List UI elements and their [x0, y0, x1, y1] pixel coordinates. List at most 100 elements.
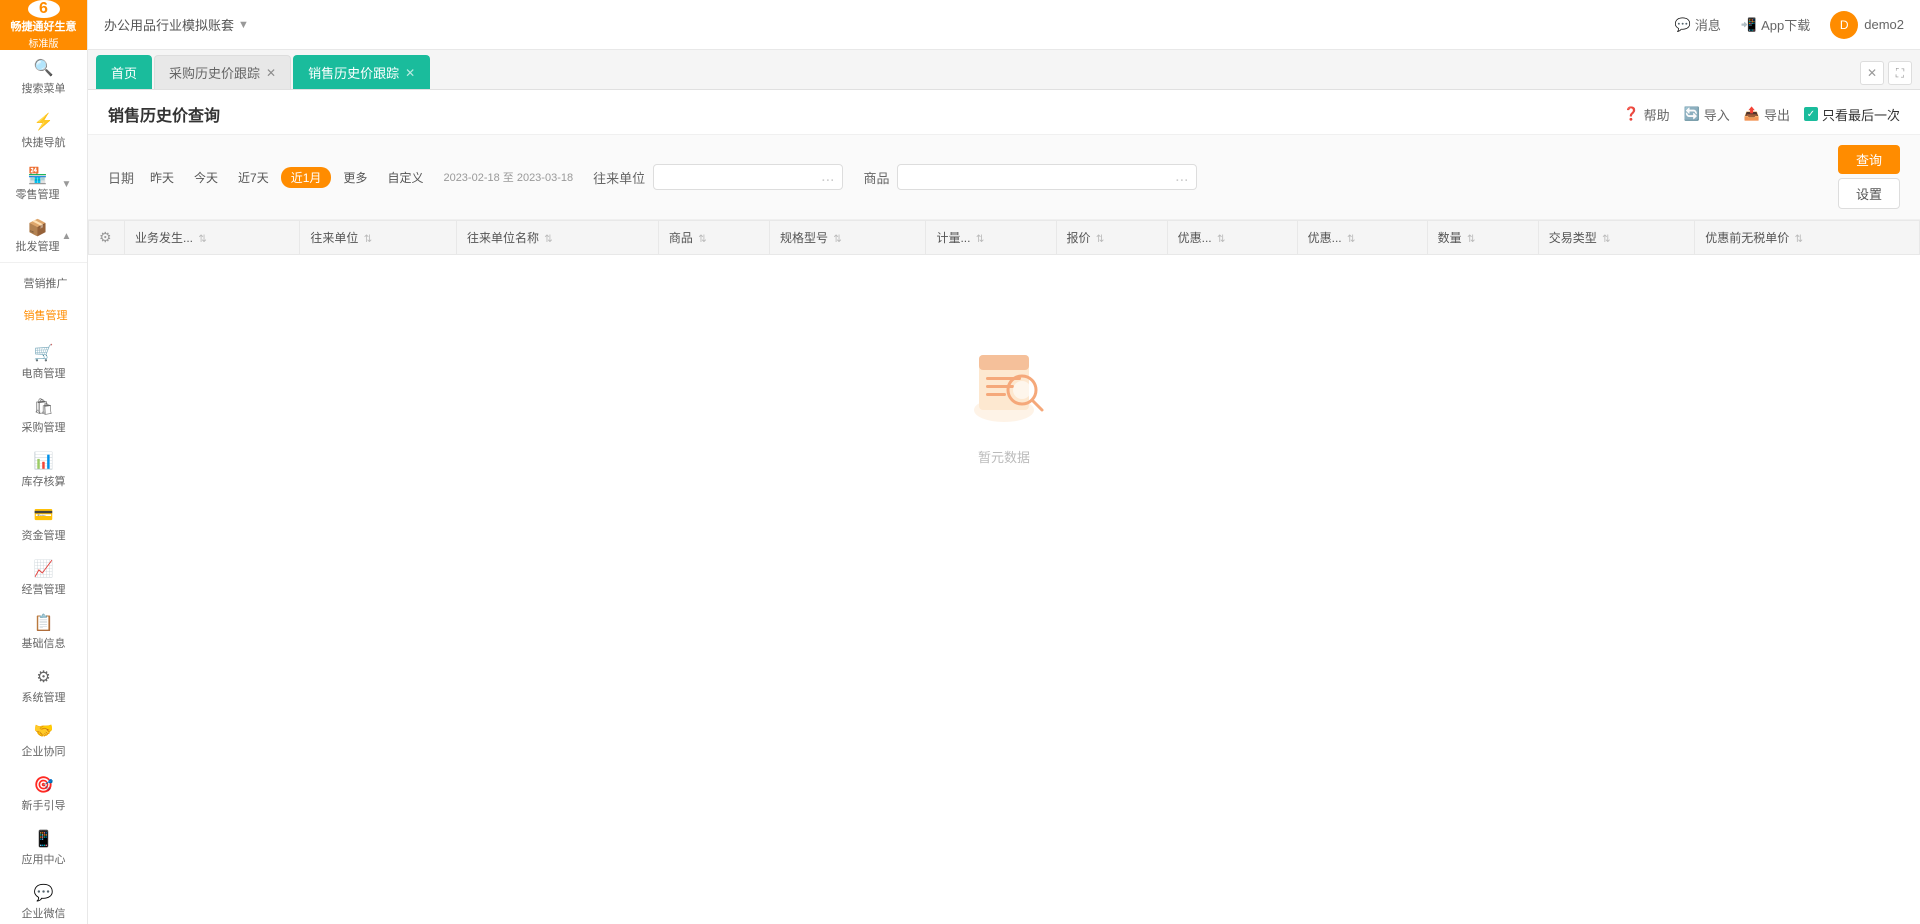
sort-biz-date-icon[interactable]: ⇅ — [198, 234, 206, 245]
operations-icon: 📈 — [34, 559, 54, 579]
sort-unit-icon[interactable]: ⇅ — [976, 234, 984, 245]
th-quantity[interactable]: 数量 ⇅ — [1427, 221, 1538, 255]
sort-counterparty-name-icon[interactable]: ⇅ — [544, 234, 552, 245]
sidebar-label-app-center: 应用中心 — [22, 851, 66, 867]
tab-purchase-history[interactable]: 采购历史价跟踪 ✕ — [154, 55, 291, 89]
th-quote-price[interactable]: 报价 ⇅ — [1056, 221, 1167, 255]
table-settings-icon[interactable]: ⚙ — [99, 229, 112, 245]
counterparty-input-dots[interactable]: ... — [821, 168, 834, 186]
product-input[interactable] — [906, 170, 1171, 184]
sort-product-icon[interactable]: ⇅ — [698, 234, 706, 245]
th-trade-type-label: 交易类型 — [1549, 231, 1597, 245]
sort-counterparty-code-icon[interactable]: ⇅ — [364, 234, 372, 245]
date-btn-1month[interactable]: 近1月 — [281, 167, 332, 188]
date-btn-7days[interactable]: 近7天 — [230, 167, 277, 188]
wholesale-icon: 📦 — [28, 218, 48, 238]
settings-button[interactable]: 设置 — [1838, 178, 1900, 209]
sidebar-item-wholesale[interactable]: 📦 批发管理 ▲ — [0, 210, 87, 262]
export-btn[interactable]: 📤 导出 — [1744, 105, 1790, 124]
help-icon: ❓ — [1623, 106, 1639, 122]
topbar-actions: 💬 消息 📲 App下载 D demo2 — [1675, 11, 1904, 39]
date-btn-custom[interactable]: 自定义 — [379, 167, 431, 188]
sort-trade-type-icon[interactable]: ⇅ — [1602, 234, 1610, 245]
th-discount2[interactable]: 优惠... ⇅ — [1297, 221, 1427, 255]
sidebar-item-basic-info[interactable]: 📋 基础信息 — [0, 605, 87, 659]
th-discount1[interactable]: 优惠... ⇅ — [1167, 221, 1297, 255]
tab-close-all-btn[interactable]: ✕ — [1860, 61, 1884, 85]
import-icon: 🔄 — [1684, 106, 1700, 122]
product-input-wrapper[interactable]: ... — [897, 164, 1197, 190]
th-settings: ⚙ — [89, 221, 125, 255]
sales-history-tab-label: 销售历史价跟踪 — [308, 63, 399, 82]
cooperation-icon: 🤝 — [34, 721, 54, 741]
counterparty-input[interactable] — [662, 170, 817, 184]
sidebar-item-app-center[interactable]: 📱 应用中心 — [0, 821, 87, 875]
th-product[interactable]: 商品 ⇅ — [658, 221, 769, 255]
sidebar-item-operations[interactable]: 📈 经营管理 — [0, 551, 87, 605]
sidebar-item-system[interactable]: ⚙ 系统管理 — [0, 659, 87, 713]
product-filter-group: 商品 ... — [863, 164, 1197, 190]
system-icon: ⚙ — [36, 667, 50, 687]
topbar-app-download-btn[interactable]: 📲 App下载 — [1741, 15, 1810, 34]
sort-spec-icon[interactable]: ⇅ — [833, 234, 841, 245]
message-label: 消息 — [1695, 15, 1721, 34]
sidebar-item-enterprise-wx[interactable]: 💬 企业微信 — [0, 875, 87, 924]
data-table: ⚙ 业务发生... ⇅ 往来单位 ⇅ 往来单位名称 ⇅ — [88, 220, 1920, 255]
filter-bar: 日期 昨天 今天 近7天 近1月 更多 自定义 2023-02-18 至 202… — [88, 135, 1920, 220]
newbie-icon: 🎯 — [34, 775, 54, 795]
export-label: 导出 — [1764, 105, 1790, 124]
sidebar-item-inventory[interactable]: 📊 库存核算 — [0, 443, 87, 497]
date-filter-label: 日期 — [108, 168, 134, 187]
sidebar-item-marketing[interactable]: 营销推广 — [0, 267, 87, 299]
sidebar: 6 畅捷通好生意 标准版 🔍 搜索菜单 ⚡ 快捷导航 🏪 零售管理 ▼ 📦 批发… — [0, 0, 88, 924]
sidebar-item-finance[interactable]: 💳 资金管理 — [0, 497, 87, 551]
th-quantity-label: 数量 — [1438, 231, 1462, 245]
tabbar: 首页 采购历史价跟踪 ✕ 销售历史价跟踪 ✕ ✕ ⛶ — [88, 50, 1920, 90]
sales-history-tab-close-icon[interactable]: ✕ — [405, 66, 415, 80]
counterparty-input-wrapper[interactable]: ... — [653, 164, 843, 190]
help-btn[interactable]: ❓ 帮助 — [1623, 105, 1669, 124]
th-counterparty-code[interactable]: 往来单位 ⇅ — [300, 221, 457, 255]
import-btn[interactable]: 🔄 导入 — [1684, 105, 1730, 124]
product-input-dots[interactable]: ... — [1175, 168, 1188, 186]
sort-pretax-price-icon[interactable]: ⇅ — [1795, 234, 1803, 245]
th-quote-price-label: 报价 — [1067, 231, 1091, 245]
sidebar-item-search[interactable]: 🔍 搜索菜单 — [0, 50, 87, 104]
th-trade-type[interactable]: 交易类型 ⇅ — [1538, 221, 1695, 255]
th-biz-date[interactable]: 业务发生... ⇅ — [125, 221, 300, 255]
sort-quantity-icon[interactable]: ⇅ — [1467, 234, 1475, 245]
th-spec[interactable]: 规格型号 ⇅ — [769, 221, 926, 255]
sort-discount2-icon[interactable]: ⇅ — [1347, 234, 1355, 245]
shortcut-icon: ⚡ — [34, 112, 54, 132]
sidebar-item-shortcut[interactable]: ⚡ 快捷导航 — [0, 104, 87, 158]
sidebar-label-newbie: 新手引导 — [22, 797, 66, 813]
sidebar-item-newbie[interactable]: 🎯 新手引导 — [0, 767, 87, 821]
topbar-user-area[interactable]: D demo2 — [1830, 11, 1904, 39]
sidebar-item-ecommerce[interactable]: 🛒 电商管理 — [0, 335, 87, 389]
date-btn-more[interactable]: 更多 — [335, 167, 375, 188]
tab-sales-history[interactable]: 销售历史价跟踪 ✕ — [293, 55, 430, 89]
date-btn-yesterday[interactable]: 昨天 — [142, 167, 182, 188]
sidebar-item-purchase[interactable]: 🛍 采购管理 — [0, 389, 87, 443]
th-unit[interactable]: 计量... ⇅ — [926, 221, 1056, 255]
sidebar-item-cooperation[interactable]: 🤝 企业协同 — [0, 713, 87, 767]
tab-home[interactable]: 首页 — [96, 55, 152, 89]
sidebar-label-sales-mgmt: 销售管理 — [24, 307, 68, 323]
product-filter-label: 商品 — [863, 168, 889, 187]
th-counterparty-name[interactable]: 往来单位名称 ⇅ — [456, 221, 658, 255]
th-pretax-price-label: 优惠前无税单价 — [1705, 231, 1789, 245]
sidebar-item-retail[interactable]: 🏪 零售管理 ▼ — [0, 158, 87, 210]
topbar-message-btn[interactable]: 💬 消息 — [1675, 15, 1721, 34]
sort-discount1-icon[interactable]: ⇅ — [1217, 234, 1225, 245]
basic-info-icon: 📋 — [34, 613, 54, 633]
purchase-history-tab-close-icon[interactable]: ✕ — [266, 66, 276, 80]
query-button[interactable]: 查询 — [1838, 145, 1900, 174]
th-pretax-price[interactable]: 优惠前无税单价 ⇅ — [1695, 221, 1920, 255]
sort-quote-price-icon[interactable]: ⇅ — [1096, 234, 1104, 245]
only-last-checkbox[interactable]: ✓ 只看最后一次 — [1804, 105, 1900, 124]
tab-expand-btn[interactable]: ⛶ — [1888, 61, 1912, 85]
date-btn-today[interactable]: 今天 — [186, 167, 226, 188]
topbar-dropdown-icon[interactable]: ▼ — [238, 19, 249, 31]
sidebar-label-system: 系统管理 — [22, 689, 66, 705]
sidebar-item-sales-mgmt[interactable]: 销售管理 — [0, 299, 87, 331]
